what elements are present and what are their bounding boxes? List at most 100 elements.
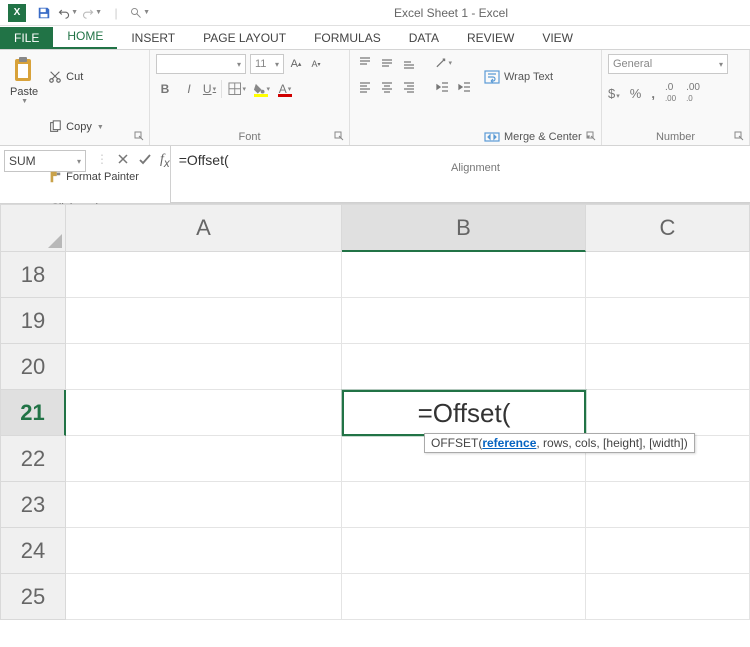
redo-icon[interactable]: ▼ bbox=[82, 3, 102, 23]
title-bar: X ▼ ▼ | ▼ Excel Sheet 1 - Excel bbox=[0, 0, 750, 26]
increase-decimal-icon[interactable]: .0.00 bbox=[665, 82, 676, 104]
tooltip-fn: OFFSET( bbox=[431, 436, 482, 450]
fill-color-button[interactable]: ▾ bbox=[252, 80, 270, 98]
cut-button[interactable]: Cut bbox=[48, 54, 139, 100]
cell[interactable] bbox=[342, 574, 586, 620]
cell[interactable] bbox=[66, 436, 342, 482]
paste-label: Paste bbox=[10, 86, 38, 98]
group-alignment: ▾ Wrap Text Merge & Cent bbox=[350, 50, 602, 145]
row-header[interactable]: 24 bbox=[0, 528, 66, 574]
row-header[interactable]: 21 bbox=[0, 390, 66, 436]
format-painter-button[interactable]: Format Painter bbox=[48, 154, 139, 200]
copy-button[interactable]: Copy▼ bbox=[48, 104, 139, 150]
save-icon[interactable] bbox=[34, 3, 54, 23]
tab-view[interactable]: VIEW bbox=[528, 27, 587, 49]
merge-center-label: Merge & Center bbox=[504, 131, 582, 143]
col-header-c[interactable]: C bbox=[586, 204, 750, 252]
paste-button[interactable]: Paste ▼ bbox=[6, 54, 42, 200]
tab-file[interactable]: FILE bbox=[0, 27, 53, 49]
row-header[interactable]: 20 bbox=[0, 344, 66, 390]
tab-data[interactable]: DATA bbox=[395, 27, 453, 49]
undo-icon[interactable]: ▼ bbox=[58, 3, 78, 23]
cell[interactable] bbox=[342, 252, 586, 298]
font-dialog-icon[interactable] bbox=[334, 130, 346, 142]
cell[interactable] bbox=[66, 344, 342, 390]
tab-page-layout[interactable]: PAGE LAYOUT bbox=[189, 27, 300, 49]
touch-mode-icon[interactable]: ▼ bbox=[130, 3, 150, 23]
align-right-icon[interactable] bbox=[400, 78, 418, 96]
cut-label: Cut bbox=[66, 71, 83, 83]
tab-review[interactable]: REVIEW bbox=[453, 27, 528, 49]
row-header[interactable]: 18 bbox=[0, 252, 66, 298]
font-name-combo[interactable]: ▾ bbox=[156, 54, 246, 74]
underline-button[interactable]: U▾ bbox=[204, 80, 222, 98]
tab-home[interactable]: HOME bbox=[53, 25, 117, 49]
excel-logo: X bbox=[8, 4, 26, 22]
cell[interactable] bbox=[586, 252, 750, 298]
worksheet-grid: A B C 18 19 20 21 =Offset( 22 23 24 25 OF… bbox=[0, 204, 750, 620]
increase-font-icon[interactable]: A▴ bbox=[288, 56, 304, 72]
cell[interactable] bbox=[586, 528, 750, 574]
align-middle-icon[interactable] bbox=[378, 54, 396, 72]
number-dialog-icon[interactable] bbox=[734, 130, 746, 142]
orientation-icon[interactable]: ▾ bbox=[434, 54, 452, 72]
row-header[interactable]: 25 bbox=[0, 574, 66, 620]
function-tooltip: OFFSET(reference, rows, cols, [height], … bbox=[424, 433, 695, 453]
font-color-button[interactable]: A▾ bbox=[276, 80, 294, 98]
percent-format-icon[interactable]: % bbox=[630, 86, 642, 101]
decrease-font-icon[interactable]: A▾ bbox=[308, 56, 324, 72]
cell[interactable] bbox=[586, 482, 750, 528]
cell[interactable] bbox=[342, 482, 586, 528]
col-header-a[interactable]: A bbox=[66, 204, 342, 252]
cell[interactable] bbox=[586, 344, 750, 390]
cell[interactable] bbox=[342, 298, 586, 344]
clipboard-dialog-icon[interactable] bbox=[134, 130, 146, 142]
cell[interactable] bbox=[66, 252, 342, 298]
align-bottom-icon[interactable] bbox=[400, 54, 418, 72]
cell[interactable] bbox=[66, 298, 342, 344]
align-left-icon[interactable] bbox=[356, 78, 374, 96]
cell[interactable] bbox=[342, 344, 586, 390]
font-size-combo[interactable]: 11▾ bbox=[250, 54, 284, 74]
tab-insert[interactable]: INSERT bbox=[117, 27, 189, 49]
cell[interactable] bbox=[66, 482, 342, 528]
decrease-indent-icon[interactable] bbox=[434, 78, 452, 96]
cell[interactable] bbox=[66, 528, 342, 574]
cell[interactable] bbox=[586, 574, 750, 620]
copy-label: Copy bbox=[66, 121, 92, 133]
comma-format-icon[interactable]: , bbox=[651, 86, 655, 101]
wrap-text-label: Wrap Text bbox=[504, 71, 553, 83]
cell[interactable] bbox=[586, 390, 750, 436]
insert-function-icon[interactable]: fx bbox=[160, 152, 170, 170]
ribbon: Paste ▼ Cut Copy▼ Format Painter Clipboa… bbox=[0, 50, 750, 146]
increase-indent-icon[interactable] bbox=[456, 78, 474, 96]
select-all-corner[interactable] bbox=[0, 204, 66, 252]
merge-center-button[interactable]: Merge & Center▾ bbox=[484, 114, 590, 160]
active-cell[interactable]: =Offset( bbox=[342, 390, 586, 436]
col-header-b[interactable]: B bbox=[342, 204, 586, 252]
wrap-text-button[interactable]: Wrap Text bbox=[484, 54, 590, 100]
group-font: ▾ 11▾ A▴ A▾ B I U▾ ▾ ▾ A▾ Font bbox=[150, 50, 350, 145]
decrease-decimal-icon[interactable]: .00.0 bbox=[686, 82, 700, 104]
row-header[interactable]: 23 bbox=[0, 482, 66, 528]
cell[interactable] bbox=[342, 528, 586, 574]
tooltip-arg-active[interactable]: reference bbox=[482, 436, 536, 450]
group-clipboard: Paste ▼ Cut Copy▼ Format Painter Clipboa… bbox=[0, 50, 150, 145]
number-format-combo[interactable]: General▾ bbox=[608, 54, 728, 74]
alignment-dialog-icon[interactable] bbox=[586, 130, 598, 142]
italic-button[interactable]: I bbox=[180, 80, 198, 98]
group-label-number: Number bbox=[608, 129, 743, 143]
row-header[interactable]: 22 bbox=[0, 436, 66, 482]
cell[interactable] bbox=[586, 298, 750, 344]
accounting-format-icon[interactable]: $▾ bbox=[608, 86, 620, 101]
cell[interactable] bbox=[66, 574, 342, 620]
align-top-icon[interactable] bbox=[356, 54, 374, 72]
cell[interactable] bbox=[66, 390, 342, 436]
tooltip-rest: , rows, cols, [height], [width]) bbox=[536, 436, 687, 450]
format-painter-label: Format Painter bbox=[66, 171, 139, 183]
borders-button[interactable]: ▾ bbox=[228, 80, 246, 98]
row-header[interactable]: 19 bbox=[0, 298, 66, 344]
tab-formulas[interactable]: FORMULAS bbox=[300, 27, 395, 49]
align-center-icon[interactable] bbox=[378, 78, 396, 96]
bold-button[interactable]: B bbox=[156, 80, 174, 98]
